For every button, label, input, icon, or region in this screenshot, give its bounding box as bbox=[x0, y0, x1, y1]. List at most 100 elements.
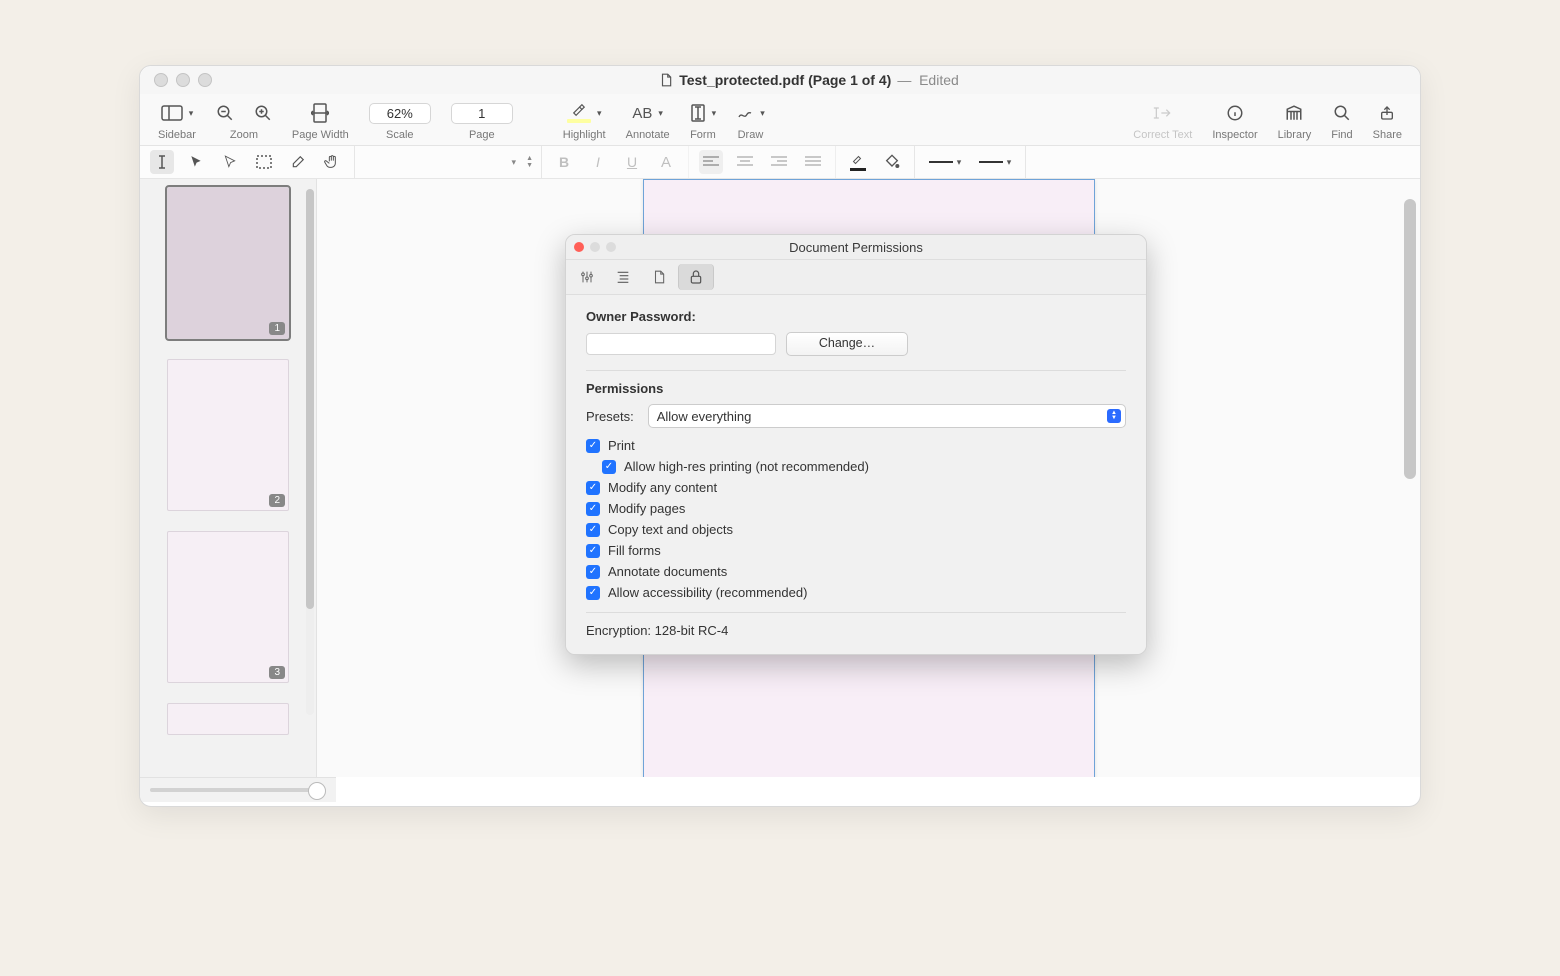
arrow-outline-tool[interactable] bbox=[218, 150, 242, 174]
checkbox-copy[interactable]: ✓ bbox=[586, 523, 600, 537]
page-thumbnail[interactable] bbox=[167, 703, 289, 735]
perm-highres-label: Allow high-res printing (not recommended… bbox=[624, 459, 869, 474]
scale-label: Scale bbox=[386, 129, 414, 141]
zoom-in-icon[interactable] bbox=[254, 104, 272, 122]
align-right-button[interactable] bbox=[767, 150, 791, 174]
dialog-minimize-button bbox=[590, 242, 600, 252]
library-icon[interactable] bbox=[1285, 104, 1303, 122]
page-input[interactable]: 1 bbox=[451, 103, 513, 124]
chevron-down-icon[interactable]: ▾ bbox=[189, 108, 194, 119]
find-icon[interactable] bbox=[1333, 104, 1351, 122]
eraser-tool[interactable] bbox=[286, 150, 310, 174]
find-label: Find bbox=[1331, 129, 1352, 141]
canvas-scroll-thumb[interactable] bbox=[1404, 199, 1416, 479]
dialog-zoom-button bbox=[606, 242, 616, 252]
correct-text-label: Correct Text bbox=[1133, 129, 1192, 141]
align-center-button[interactable] bbox=[733, 150, 757, 174]
page-thumbnail[interactable]: 2 bbox=[167, 359, 289, 511]
dialog-tabs bbox=[566, 260, 1146, 295]
window-title: Test_protected.pdf (Page 1 of 4) — Edite… bbox=[212, 72, 1406, 88]
checkbox-print[interactable]: ✓ bbox=[586, 439, 600, 453]
stroke-color-button[interactable] bbox=[846, 150, 870, 174]
page-width-label: Page Width bbox=[292, 129, 349, 141]
chevron-down-icon[interactable]: ▾ bbox=[597, 108, 602, 119]
dialog-tab-permissions[interactable] bbox=[678, 264, 714, 290]
page-width-icon[interactable] bbox=[311, 103, 329, 123]
select-arrows-icon: ▲▼ bbox=[1107, 409, 1121, 423]
hand-tool[interactable] bbox=[320, 150, 344, 174]
permissions-label: Permissions bbox=[586, 381, 1126, 396]
form-icon[interactable] bbox=[690, 104, 706, 122]
perm-fillforms-label: Fill forms bbox=[608, 543, 661, 558]
change-password-button[interactable]: Change… bbox=[786, 332, 908, 356]
share-icon[interactable] bbox=[1379, 104, 1395, 122]
perm-modify-content-label: Modify any content bbox=[608, 480, 717, 495]
dialog-title: Document Permissions bbox=[566, 240, 1146, 255]
presets-value: Allow everything bbox=[657, 409, 752, 424]
font-select[interactable]: ▾ ▲▼ bbox=[355, 146, 542, 178]
align-justify-button[interactable] bbox=[801, 150, 825, 174]
line-style-select[interactable]: ▾ bbox=[975, 150, 1015, 174]
sidebar-label: Sidebar bbox=[158, 129, 196, 141]
annotate-label: Annotate bbox=[626, 129, 670, 141]
thumbnail-zoom-slider bbox=[140, 777, 336, 802]
dialog-tab-page[interactable] bbox=[642, 264, 676, 290]
dialog-tab-outline[interactable] bbox=[606, 264, 640, 290]
window-zoom-button[interactable] bbox=[198, 73, 212, 87]
library-label: Library bbox=[1278, 129, 1312, 141]
presets-select[interactable]: Allow everything ▲▼ bbox=[648, 404, 1126, 428]
checkbox-annotate[interactable]: ✓ bbox=[586, 565, 600, 579]
dialog-tab-general[interactable] bbox=[570, 264, 604, 290]
thumbnail-number: 3 bbox=[269, 666, 285, 679]
checkbox-fillforms[interactable]: ✓ bbox=[586, 544, 600, 558]
window-titlebar: Test_protected.pdf (Page 1 of 4) — Edite… bbox=[140, 66, 1420, 94]
checkbox-accessibility[interactable]: ✓ bbox=[586, 586, 600, 600]
secondary-toolbar: ▾ ▲▼ B I U A bbox=[140, 146, 1420, 179]
window-minimize-button[interactable] bbox=[176, 73, 190, 87]
align-left-button[interactable] bbox=[699, 150, 723, 174]
annotate-icon[interactable]: AB bbox=[632, 105, 652, 122]
zoom-out-icon[interactable] bbox=[216, 104, 234, 122]
bold-button[interactable]: B bbox=[552, 150, 576, 174]
dialog-close-button[interactable] bbox=[574, 242, 584, 252]
sidebar-scroll-thumb[interactable] bbox=[306, 189, 314, 609]
font-color-button[interactable]: A bbox=[654, 150, 678, 174]
underline-button[interactable]: U bbox=[620, 150, 644, 174]
sidebar-icon[interactable] bbox=[161, 105, 183, 121]
checkbox-modify-content[interactable]: ✓ bbox=[586, 481, 600, 495]
document-permissions-dialog: Document Permissions Owner Password: Cha… bbox=[565, 234, 1147, 655]
highlight-icon[interactable] bbox=[567, 103, 591, 123]
zoom-label: Zoom bbox=[230, 129, 258, 141]
page-thumbnail[interactable]: 1 bbox=[167, 187, 289, 339]
draw-label: Draw bbox=[738, 129, 764, 141]
draw-icon[interactable] bbox=[736, 105, 754, 121]
dialog-titlebar: Document Permissions bbox=[566, 235, 1146, 260]
window-close-button[interactable] bbox=[154, 73, 168, 87]
owner-password-input[interactable] bbox=[586, 333, 776, 355]
slider-knob[interactable] bbox=[308, 782, 326, 800]
italic-button[interactable]: I bbox=[586, 150, 610, 174]
checkbox-highres[interactable]: ✓ bbox=[602, 460, 616, 474]
perm-modify-pages-label: Modify pages bbox=[608, 501, 685, 516]
slider-track[interactable] bbox=[150, 788, 326, 792]
main-toolbar: ▾ Sidebar Zoom Page Width bbox=[140, 94, 1420, 146]
fill-color-button[interactable] bbox=[880, 150, 904, 174]
perm-print-label: Print bbox=[608, 438, 635, 453]
scale-input[interactable]: 62% bbox=[369, 103, 431, 124]
text-cursor-tool[interactable] bbox=[150, 150, 174, 174]
chevron-down-icon[interactable]: ▾ bbox=[712, 108, 717, 119]
pdf-document-icon bbox=[659, 73, 673, 87]
correct-text-icon bbox=[1153, 106, 1173, 120]
marquee-tool[interactable] bbox=[252, 150, 276, 174]
app-window: Test_protected.pdf (Page 1 of 4) — Edite… bbox=[139, 65, 1421, 807]
thumbnail-number: 2 bbox=[269, 494, 285, 507]
chevron-down-icon[interactable]: ▾ bbox=[658, 108, 663, 119]
inspector-icon[interactable] bbox=[1226, 104, 1244, 122]
line-weight-select[interactable]: ▾ bbox=[925, 150, 965, 174]
page-thumbnail[interactable]: 3 bbox=[167, 531, 289, 683]
highlight-label: Highlight bbox=[563, 129, 606, 141]
encryption-label: Encryption: 128-bit RC-4 bbox=[586, 612, 1126, 638]
checkbox-modify-pages[interactable]: ✓ bbox=[586, 502, 600, 516]
arrow-cursor-tool[interactable] bbox=[184, 150, 208, 174]
chevron-down-icon[interactable]: ▾ bbox=[760, 108, 765, 119]
